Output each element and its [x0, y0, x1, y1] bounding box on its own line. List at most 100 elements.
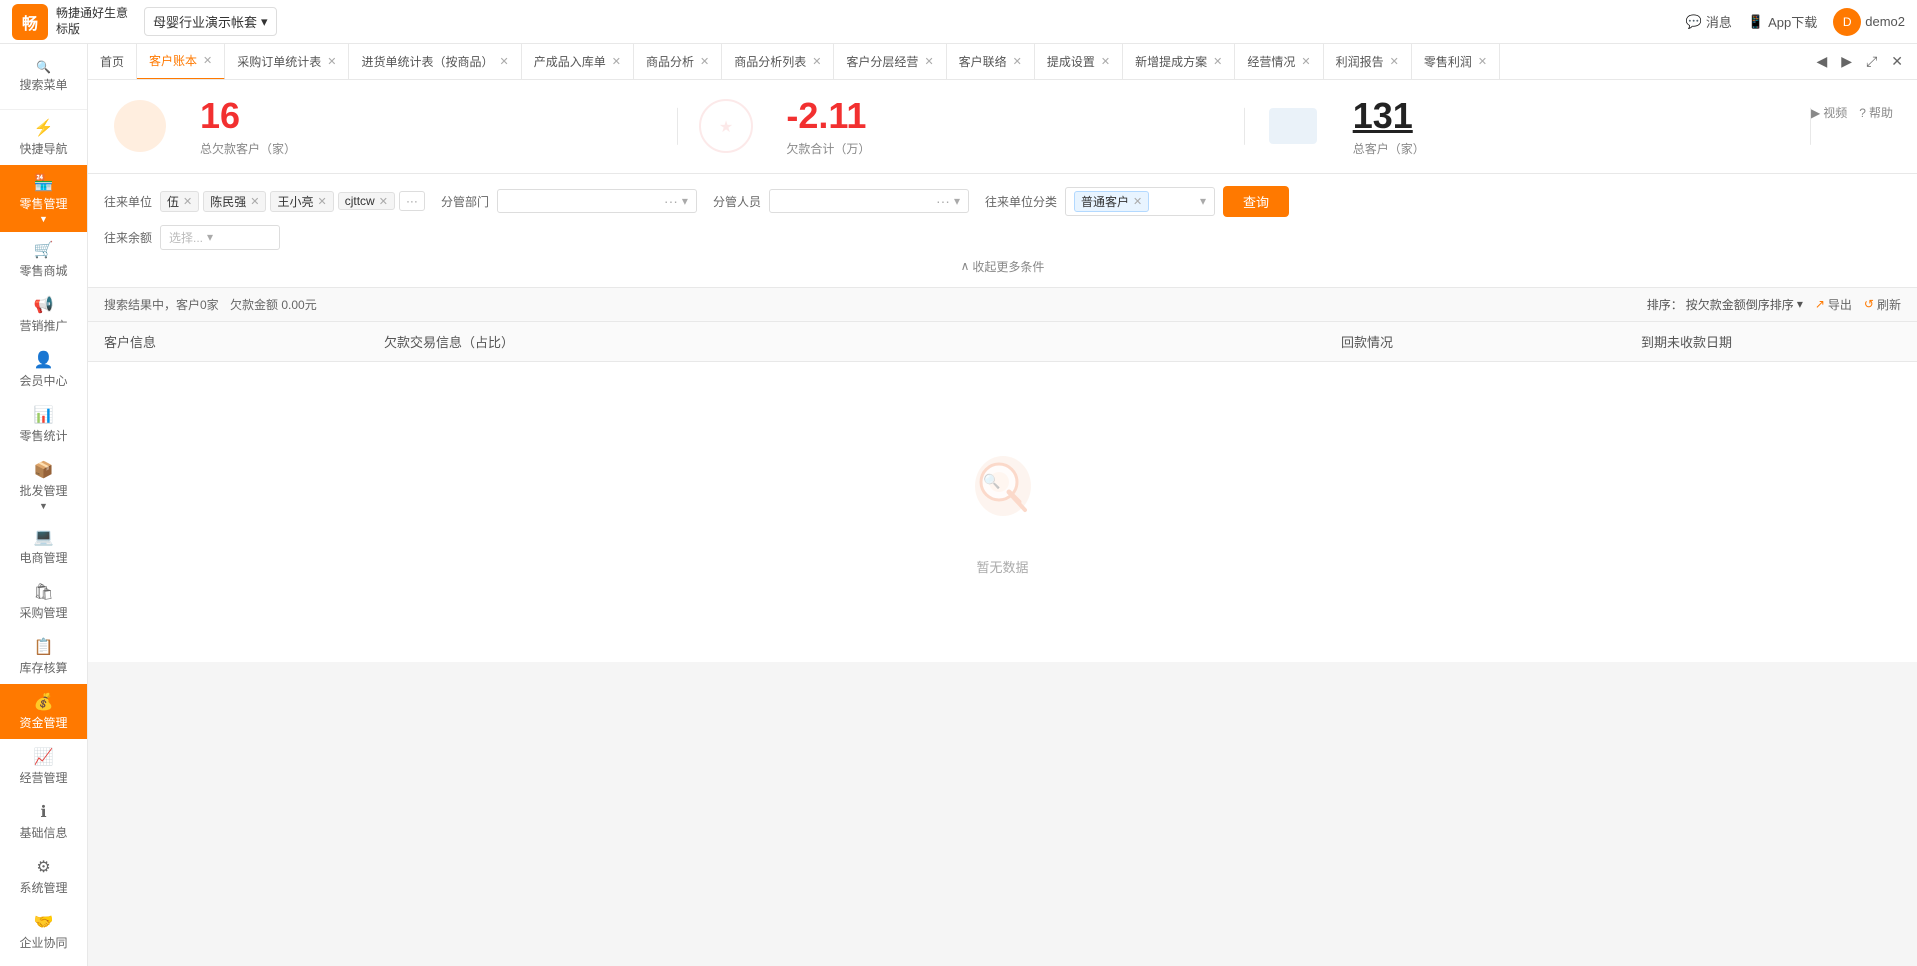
sidebar-item-marketing[interactable]: 📢 营销推广: [0, 287, 87, 342]
tab-close-operation-status[interactable]: ✕: [1301, 55, 1310, 68]
tab-customer-tier[interactable]: 客户分层经营 ✕: [834, 44, 946, 80]
svg-text:¥: ¥: [133, 117, 146, 139]
query-button[interactable]: 查询: [1223, 186, 1289, 217]
tab-close-customer-tier[interactable]: ✕: [924, 55, 933, 68]
dept-select[interactable]: ··· ▾: [497, 189, 697, 213]
sort-select[interactable]: 排序： 按欠款金额倒序排序 ▾: [1647, 296, 1803, 313]
refresh-btn[interactable]: ↺ 刷新: [1864, 296, 1901, 313]
tab-produce-in[interactable]: 产成品入库单 ✕: [522, 44, 634, 80]
tab-close-customer-debt[interactable]: ✕: [203, 54, 212, 67]
tab-mention-settings[interactable]: 提成设置 ✕: [1035, 44, 1123, 80]
arrow-icon: ▼: [39, 214, 48, 224]
sidebar-item-basic-info[interactable]: ℹ 基础信息: [0, 794, 87, 849]
tab-close-produce-in[interactable]: ✕: [612, 55, 621, 68]
tab-close-mention-settings[interactable]: ✕: [1101, 55, 1110, 68]
message-btn[interactable]: 💬 消息: [1686, 12, 1732, 31]
sidebar-item-purchase[interactable]: 🛍 采购管理: [0, 574, 87, 629]
col-repayment: 回款情况: [1341, 332, 1641, 351]
filter-row-2: 往来余额 选择... ▾: [104, 225, 1901, 250]
tab-goods-analysis-list[interactable]: 商品分析列表 ✕: [722, 44, 834, 80]
sidebar-item-retail-stats[interactable]: 📊 零售统计: [0, 397, 87, 452]
tab-purchase-order-stats[interactable]: 采购订单统计表 ✕: [225, 44, 349, 80]
sidebar-item-finance[interactable]: 💰 资金管理: [0, 684, 87, 739]
sidebar-item-retail-shop[interactable]: 🛒 零售商城: [0, 232, 87, 287]
filter-more-btn[interactable]: ···: [399, 191, 425, 211]
help-btn[interactable]: ? 帮助: [1859, 104, 1893, 121]
sidebar-item-newbie[interactable]: 🎓 新手引导: [0, 959, 87, 966]
tag-close-4[interactable]: ✕: [379, 195, 388, 208]
help-buttons: ▶ 视频 ? 帮助: [1811, 96, 1893, 121]
retail-stats-icon: 📊: [34, 405, 54, 425]
tab-home[interactable]: 首页: [88, 44, 137, 80]
tab-customer-debt[interactable]: 客户账本 ✕: [137, 44, 225, 80]
sidebar-item-member[interactable]: 👤 会员中心: [0, 342, 87, 397]
sidebar-item-operation[interactable]: 📈 经营管理: [0, 739, 87, 794]
inventory-icon: 📋: [34, 637, 54, 657]
filter-tag-2: 陈民强 ✕: [203, 191, 266, 212]
sidebar-item-sys-mgmt[interactable]: ⚙ 系统管理: [0, 849, 87, 904]
tab-close-all-btn[interactable]: ✕: [1885, 51, 1909, 72]
tab-close-stock-stats[interactable]: ✕: [500, 55, 509, 68]
collapse-btn[interactable]: ∧ 收起更多条件: [961, 258, 1045, 275]
person-dots[interactable]: ···: [936, 193, 950, 209]
filter-row-1: 往来单位 伍 ✕ 陈民强 ✕ 王小亮: [104, 186, 1901, 217]
empty-text: 暂无数据: [976, 557, 1028, 576]
tab-new-mention[interactable]: 新增提成方案 ✕: [1123, 44, 1235, 80]
tab-close-customer-contact[interactable]: ✕: [1013, 55, 1022, 68]
tab-profit-report[interactable]: 利润报告 ✕: [1324, 44, 1412, 80]
tab-retail-profit[interactable]: 零售利润 ✕: [1412, 44, 1500, 80]
tab-close-new-mention[interactable]: ✕: [1213, 55, 1222, 68]
stat-total-clients: 131 总客户（家）: [1245, 96, 1811, 157]
user-menu[interactable]: D demo2: [1833, 8, 1905, 36]
tag-close-1[interactable]: ✕: [183, 195, 192, 208]
sidebar-item-ecommerce[interactable]: 💻 电商管理: [0, 519, 87, 574]
svg-text:★: ★: [719, 119, 733, 136]
app-download-btn[interactable]: 📱 App下载: [1748, 12, 1817, 31]
sidebar-item-quick-nav[interactable]: ⚡ 快捷导航: [0, 110, 87, 165]
filter-bar: 往来单位 伍 ✕ 陈民强 ✕ 王小亮: [88, 174, 1917, 288]
person-select[interactable]: ··· ▾: [769, 189, 969, 213]
tab-close-goods-analysis[interactable]: ✕: [700, 55, 709, 68]
tab-goods-analysis[interactable]: 商品分析 ✕: [634, 44, 722, 80]
dept-dots[interactable]: ···: [664, 193, 678, 209]
chevron-down-icon-dept: ▾: [682, 194, 688, 208]
unit-type-select[interactable]: 普通客户 ✕ ▾: [1065, 187, 1215, 216]
tab-stock-stats[interactable]: 进货单统计表（按商品） ✕: [349, 44, 521, 80]
filter-tag-3: 王小亮 ✕: [270, 191, 333, 212]
sidebar-item-retail-mgmt[interactable]: 🏪 零售管理 ▼: [0, 165, 87, 232]
member-icon: 👤: [34, 350, 54, 370]
message-icon: 💬: [1686, 14, 1702, 30]
content-area: 首页 客户账本 ✕ 采购订单统计表 ✕ 进货单统计表（按商品） ✕ 产成品入库单…: [88, 44, 1917, 966]
tab-close-profit-report[interactable]: ✕: [1390, 55, 1399, 68]
quick-nav-icon: ⚡: [34, 118, 54, 138]
tag-close-3[interactable]: ✕: [318, 195, 327, 208]
balance-select[interactable]: 选择... ▾: [160, 225, 280, 250]
filter-collapse: ∧ 收起更多条件: [104, 254, 1901, 283]
tab-close-goods-analysis-list[interactable]: ✕: [812, 55, 821, 68]
tab-bar: 首页 客户账本 ✕ 采购订单统计表 ✕ 进货单统计表（按商品） ✕ 产成品入库单…: [88, 44, 1917, 80]
unit-type-tag-close[interactable]: ✕: [1133, 195, 1142, 208]
tab-operation-status[interactable]: 经营情况 ✕: [1235, 44, 1323, 80]
sidebar-item-wholesale[interactable]: 📦 批发管理 ▼: [0, 452, 87, 519]
account-selector[interactable]: 母婴行业演示帐套 ▾: [144, 7, 277, 36]
tab-close-retail-profit[interactable]: ✕: [1478, 55, 1487, 68]
sidebar-item-inventory[interactable]: 📋 库存核算: [0, 629, 87, 684]
table-body: 🔍 暂无数据: [88, 362, 1917, 662]
tab-prev-btn[interactable]: ◀: [1811, 51, 1834, 72]
tag-close-2[interactable]: ✕: [250, 195, 259, 208]
search-menu-btn[interactable]: 🔍 搜索菜单: [8, 54, 79, 99]
tab-close-purchase-order-stats[interactable]: ✕: [327, 55, 336, 68]
tab-expand-btn[interactable]: ⤢: [1860, 51, 1883, 72]
sidebar: 🔍 搜索菜单 ⚡ 快捷导航 🏪 零售管理 ▼ 🛒 零售商城 📢 营销推广: [0, 44, 88, 966]
logo: 畅 畅捷通好生意 标版: [12, 4, 128, 40]
video-btn[interactable]: ▶ 视频: [1811, 104, 1847, 121]
ecommerce-icon: 💻: [34, 527, 54, 547]
retail-mgmt-icon: 🏪: [34, 173, 54, 193]
tab-next-btn[interactable]: ▶: [1835, 51, 1858, 72]
tab-customer-contact[interactable]: 客户联络 ✕: [947, 44, 1035, 80]
filter-tag-4: cjttcw ✕: [338, 192, 395, 210]
export-btn[interactable]: ↗ 导出: [1815, 296, 1852, 313]
sidebar-item-enterprise[interactable]: 🤝 企业协同: [0, 904, 87, 959]
video-icon: ▶: [1811, 106, 1820, 120]
chevron-down-icon: ▾: [261, 14, 268, 30]
